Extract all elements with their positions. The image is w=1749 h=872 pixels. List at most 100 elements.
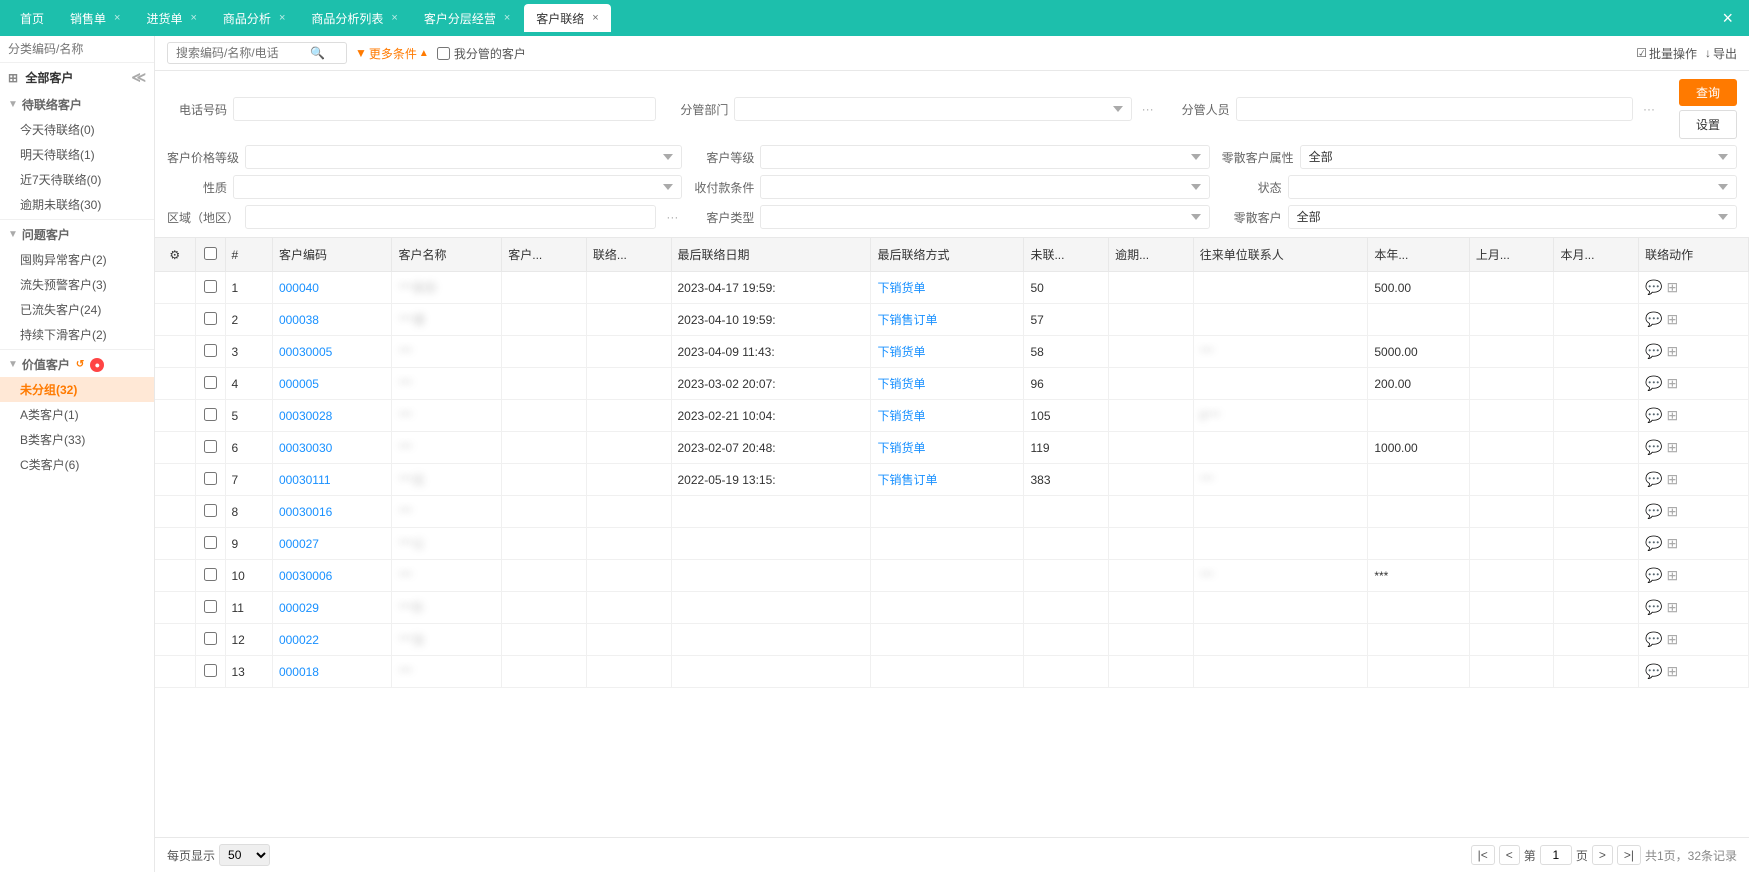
contact-icon[interactable]: 💬	[1645, 567, 1662, 584]
more-action-icon[interactable]: ⊞	[1667, 663, 1679, 680]
row-code[interactable]: 00030030	[272, 432, 392, 464]
sidebar-search-input[interactable]	[8, 42, 155, 56]
row-code[interactable]: 00030111	[272, 464, 392, 496]
all-customers-header[interactable]: ⊞ 全部客户 ≪	[0, 63, 154, 92]
customer-level-select[interactable]	[760, 145, 1209, 169]
col-settings[interactable]: ⚙	[155, 238, 195, 272]
close-customer-tier-tab[interactable]: ×	[504, 12, 510, 24]
phone-input[interactable]	[233, 97, 656, 121]
col-this-year[interactable]: 本年...	[1368, 238, 1470, 272]
status-select[interactable]	[1288, 175, 1737, 199]
reset-button[interactable]: 设置	[1679, 110, 1737, 139]
row-checkbox[interactable]	[195, 464, 225, 496]
more-action-icon[interactable]: ⊞	[1667, 599, 1679, 616]
col-this-month[interactable]: 本月...	[1554, 238, 1639, 272]
nature-select[interactable]	[233, 175, 682, 199]
tab-customer-tier[interactable]: 客户分层经营 ×	[412, 4, 522, 32]
col-name[interactable]: 客户名称	[392, 238, 502, 272]
page-input[interactable]	[1540, 845, 1572, 865]
close-all-button[interactable]: ×	[1714, 8, 1741, 29]
col-last-contact-method[interactable]: 最后联络方式	[871, 238, 1024, 272]
sidebar-item-a-class[interactable]: A类客户(1)	[0, 402, 154, 427]
group-problem-customers[interactable]: ▼ 问题客户	[0, 222, 154, 247]
contact-icon[interactable]: 💬	[1645, 375, 1662, 392]
row-checkbox[interactable]	[195, 624, 225, 656]
sidebar-item-tomorrow[interactable]: 明天待联络(1)	[0, 142, 154, 167]
row-code[interactable]: 000005	[272, 368, 392, 400]
payment-select[interactable]	[760, 175, 1209, 199]
contact-icon[interactable]: 💬	[1645, 343, 1662, 360]
price-level-select[interactable]	[245, 145, 682, 169]
search-input[interactable]	[176, 46, 306, 60]
tab-goods-analysis[interactable]: 商品分析 ×	[211, 4, 297, 32]
sidebar-item-declining[interactable]: 持续下滑客户(2)	[0, 322, 154, 347]
row-last-contact-method[interactable]: 下销售订单	[871, 464, 1024, 496]
more-action-icon[interactable]: ⊞	[1667, 407, 1679, 424]
contact-icon[interactable]: 💬	[1645, 311, 1662, 328]
col-no-contact[interactable]: 未联...	[1024, 238, 1109, 272]
close-customer-contact-tab[interactable]: ×	[592, 12, 598, 24]
row-code[interactable]: 000029	[272, 592, 392, 624]
query-button[interactable]: 查询	[1679, 79, 1737, 106]
export-button[interactable]: ↓ 导出	[1705, 45, 1737, 62]
more-action-icon[interactable]: ⊞	[1667, 279, 1679, 296]
row-checkbox[interactable]	[195, 272, 225, 304]
row-checkbox[interactable]	[195, 496, 225, 528]
row-last-contact-method[interactable]	[871, 656, 1024, 688]
more-action-icon[interactable]: ⊞	[1667, 439, 1679, 456]
close-purchase-tab[interactable]: ×	[190, 12, 196, 24]
more-action-icon[interactable]: ⊞	[1667, 503, 1679, 520]
collapse-button[interactable]: ≪	[131, 69, 146, 86]
close-goods-list-tab[interactable]: ×	[391, 12, 397, 24]
contact-icon[interactable]: 💬	[1645, 535, 1662, 552]
contact-icon[interactable]: 💬	[1645, 279, 1662, 296]
col-unit-contact[interactable]: 往来单位联系人	[1193, 238, 1368, 272]
row-checkbox[interactable]	[195, 560, 225, 592]
row-last-contact-method[interactable]	[871, 496, 1024, 528]
col-last-contact-date[interactable]: 最后联络日期	[671, 238, 871, 272]
col-checkbox[interactable]	[195, 238, 225, 272]
row-checkbox[interactable]	[195, 592, 225, 624]
row-last-contact-method[interactable]: 下销货单	[871, 336, 1024, 368]
sidebar-item-overdue[interactable]: 逾期未联络(30)	[0, 192, 154, 217]
more-action-icon[interactable]: ⊞	[1667, 375, 1679, 392]
select-all-checkbox[interactable]	[204, 247, 217, 260]
refresh-icon[interactable]: ↺	[76, 359, 84, 370]
contact-icon[interactable]: 💬	[1645, 503, 1662, 520]
sidebar-item-ungrouped[interactable]: 未分组(32)	[0, 377, 154, 402]
row-checkbox[interactable]	[195, 304, 225, 336]
row-checkbox[interactable]	[195, 400, 225, 432]
row-last-contact-method[interactable]	[871, 528, 1024, 560]
row-code[interactable]: 000038	[272, 304, 392, 336]
search-icon[interactable]: 🔍	[310, 46, 325, 60]
first-page-button[interactable]: |<	[1471, 845, 1495, 865]
contact-icon[interactable]: 💬	[1645, 407, 1662, 424]
row-last-contact-method[interactable]	[871, 592, 1024, 624]
region-dots[interactable]: ···	[662, 210, 682, 224]
more-action-icon[interactable]: ⊞	[1667, 343, 1679, 360]
row-last-contact-method[interactable]	[871, 560, 1024, 592]
close-goods-analysis-tab[interactable]: ×	[279, 12, 285, 24]
next-page-button[interactable]: >	[1592, 845, 1613, 865]
prev-page-button[interactable]: <	[1499, 845, 1520, 865]
tab-purchase[interactable]: 进货单 ×	[134, 4, 208, 32]
more-action-icon[interactable]: ⊞	[1667, 535, 1679, 552]
bulk-ops-button[interactable]: ☑ 批量操作	[1636, 45, 1697, 62]
last-page-button[interactable]: >|	[1617, 845, 1641, 865]
person-dots[interactable]: ···	[1639, 102, 1659, 116]
contact-icon[interactable]: 💬	[1645, 599, 1662, 616]
person-input[interactable]	[1236, 97, 1633, 121]
more-action-icon[interactable]: ⊞	[1667, 567, 1679, 584]
row-code[interactable]: 000040	[272, 272, 392, 304]
col-type[interactable]: 客户...	[502, 238, 587, 272]
row-checkbox[interactable]	[195, 432, 225, 464]
sidebar-item-b-class[interactable]: B类客户(33)	[0, 427, 154, 452]
group-pending-contact[interactable]: ▼ 待联络客户	[0, 92, 154, 117]
col-code[interactable]: 客户编码	[272, 238, 392, 272]
my-customers-checkbox[interactable]: 我分管的客户	[437, 45, 526, 62]
sidebar-item-today[interactable]: 今天待联络(0)	[0, 117, 154, 142]
row-checkbox[interactable]	[195, 656, 225, 688]
row-last-contact-method[interactable]: 下销货单	[871, 432, 1024, 464]
retail-customer-select[interactable]: 全部	[1288, 205, 1737, 229]
more-action-icon[interactable]: ⊞	[1667, 471, 1679, 488]
